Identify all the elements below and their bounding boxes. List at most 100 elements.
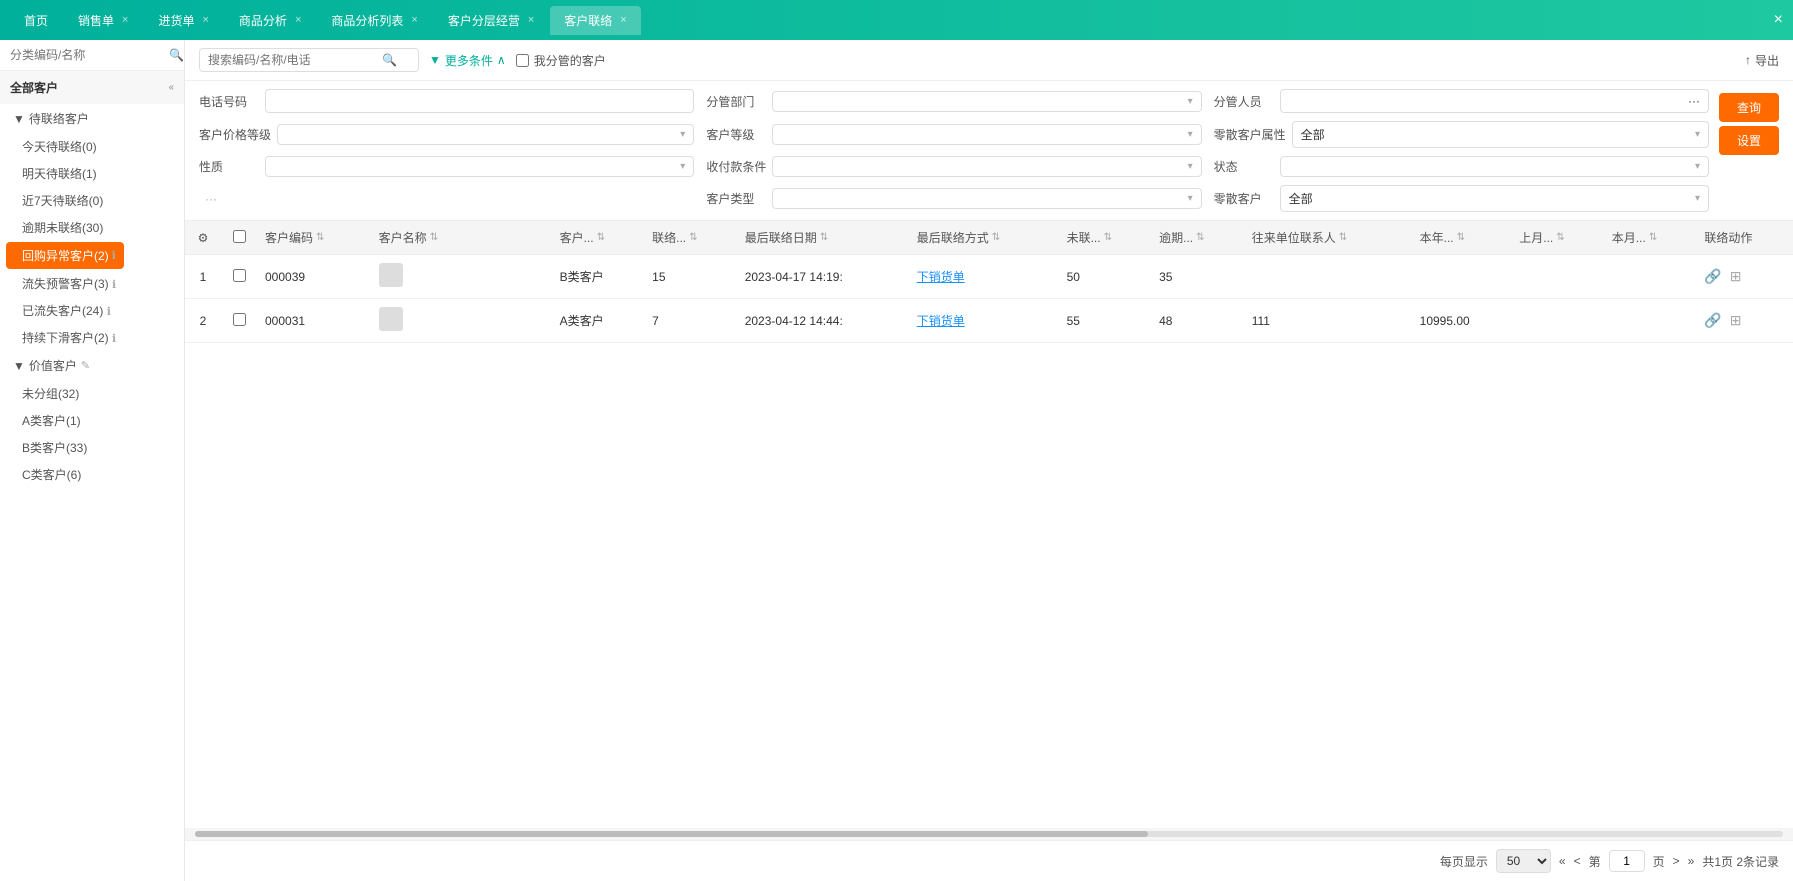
sidebar-item-churn-warning[interactable]: 流失预警客户(3) ℹ	[0, 270, 184, 297]
row1-last-method-link[interactable]: 下销货单	[917, 270, 965, 284]
sidebar-group-pending[interactable]: ▼ 待联络客户	[0, 104, 184, 133]
filter-customer-grade-select[interactable]: ▾	[772, 124, 1201, 145]
prev-page-button[interactable]: <	[1574, 854, 1581, 868]
filter-status: 状态 ▾	[1214, 156, 1709, 177]
filter-person-select[interactable]: ···	[1280, 89, 1709, 113]
row2-checkbox[interactable]	[233, 313, 246, 326]
sidebar-item-class-b[interactable]: B类客户(33)	[0, 434, 184, 461]
filter-dept: 分管部门 ▾	[706, 91, 1201, 112]
filter-scatter-attr-select[interactable]: 全部 ▾	[1292, 121, 1709, 148]
my-customers-checkbox-wrap[interactable]: 我分管的客户	[516, 52, 606, 69]
sort-icon-last-date[interactable]: ⇅	[820, 232, 828, 243]
row1-grid-icon[interactable]: ⊞	[1730, 268, 1742, 285]
sidebar-item-ungroup[interactable]: 未分组(32)	[0, 380, 184, 407]
sidebar-item-churned[interactable]: 已流失客户(24) ℹ	[0, 297, 184, 324]
more-conditions-button[interactable]: ▼ 更多条件 ∧	[429, 52, 506, 69]
filter-payment-select[interactable]: ▾	[772, 156, 1201, 177]
sidebar-item-7days[interactable]: 近7天待联络(0)	[0, 187, 184, 214]
last-page-button[interactable]: »	[1688, 854, 1695, 868]
row1-type: B类客户	[552, 255, 645, 299]
row2-link-icon[interactable]: 🔗	[1704, 312, 1721, 329]
sort-icon-overdue[interactable]: ⇅	[1196, 232, 1204, 243]
search-icon[interactable]: 🔍	[382, 53, 397, 67]
row2-name-image	[379, 307, 403, 331]
sidebar-item-repurchase-anomaly[interactable]: 回购异常客户(2) ℹ 距客户上次交易时长，超过了此客户的平均交易周期的1.5倍…	[6, 242, 124, 269]
settings-button[interactable]: 设置	[1719, 126, 1779, 155]
next-page-button[interactable]: >	[1673, 854, 1680, 868]
sidebar-search-icon[interactable]: 🔍	[169, 48, 184, 62]
row1-link-icon[interactable]: 🔗	[1704, 268, 1721, 285]
nav-tab-purchase[interactable]: 进货单 ×	[144, 6, 222, 35]
sort-icon-name[interactable]: ⇅	[430, 232, 438, 243]
col-header-last-date: 最后联络日期⇅	[737, 221, 909, 255]
row2-last-method-link[interactable]: 下销货单	[917, 314, 965, 328]
filter-status-select[interactable]: ▾	[1280, 156, 1709, 177]
sidebar-item-overdue[interactable]: 逾期未联络(30)	[0, 214, 184, 241]
sidebar-collapse-icon[interactable]: «	[168, 82, 174, 93]
row1-contact-person	[1244, 255, 1412, 299]
sidebar-item-class-a[interactable]: A类客户(1)	[0, 407, 184, 434]
window-close-button[interactable]: ×	[1774, 11, 1783, 29]
filter-more-dots[interactable]: ···	[199, 192, 223, 206]
nav-tab-product-analysis-list[interactable]: 商品分析列表 ×	[317, 6, 431, 35]
row2-last-method[interactable]: 下销货单	[909, 299, 1059, 343]
row2-check[interactable]	[221, 299, 257, 343]
col-header-no-contact: 未联...⇅	[1059, 221, 1152, 255]
col-header-settings[interactable]: ⚙	[185, 221, 221, 255]
row2-grid-icon[interactable]: ⊞	[1730, 312, 1742, 329]
close-tab-product-analysis[interactable]: ×	[295, 14, 301, 26]
horizontal-scrollbar[interactable]	[185, 828, 1793, 840]
sort-icon-last-month[interactable]: ⇅	[1556, 232, 1564, 243]
sort-icon-this-year[interactable]: ⇅	[1457, 232, 1465, 243]
sort-icon-contact-count[interactable]: ⇅	[689, 232, 697, 243]
row1-checkbox[interactable]	[233, 269, 246, 282]
close-tab-product-list[interactable]: ×	[411, 14, 417, 26]
sidebar-item-today[interactable]: 今天待联络(0)	[0, 133, 184, 160]
value-group-edit-icon[interactable]: ✎	[81, 359, 90, 372]
first-page-button[interactable]: «	[1559, 854, 1566, 868]
search-input[interactable]	[208, 53, 378, 67]
scrollbar-thumb[interactable]	[195, 831, 1148, 837]
sidebar-all-customers[interactable]: 全部客户 «	[0, 71, 184, 104]
sort-icon-this-month[interactable]: ⇅	[1649, 232, 1657, 243]
sort-icon-contact-person[interactable]: ⇅	[1339, 232, 1347, 243]
row1-last-method[interactable]: 下销货单	[909, 255, 1059, 299]
close-tab-customer-contact[interactable]: ×	[620, 14, 626, 26]
filter-dept-select[interactable]: ▾	[772, 91, 1201, 112]
nav-tab-home[interactable]: 首页	[10, 6, 62, 35]
sidebar-item-declining[interactable]: 持续下滑客户(2) ℹ	[0, 324, 184, 351]
filter-nature-select[interactable]: ▾	[265, 156, 694, 177]
col-header-check[interactable]	[221, 221, 257, 255]
sidebar-item-class-c[interactable]: C类客户(6)	[0, 461, 184, 488]
my-customers-checkbox[interactable]	[516, 54, 529, 67]
sort-icon-last-method[interactable]: ⇅	[992, 232, 1000, 243]
sort-icon-type[interactable]: ⇅	[597, 232, 605, 243]
nav-tab-customer-tier[interactable]: 客户分层经营 ×	[434, 6, 548, 35]
nav-tab-product-analysis[interactable]: 商品分析 ×	[225, 6, 315, 35]
per-page-select[interactable]: 50 100 200	[1496, 849, 1551, 873]
sort-icon-no-contact[interactable]: ⇅	[1104, 232, 1112, 243]
filter-phone: 电话号码	[199, 89, 694, 113]
current-page-input[interactable]	[1609, 850, 1645, 872]
sidebar-search-area: 🔍	[0, 40, 184, 71]
nav-tab-sales[interactable]: 销售单 ×	[64, 6, 142, 35]
sidebar-item-tomorrow[interactable]: 明天待联络(1)	[0, 160, 184, 187]
close-tab-purchase[interactable]: ×	[202, 14, 208, 26]
filter-price-grade-select[interactable]: ▾	[277, 124, 694, 145]
close-tab-customer-tier[interactable]: ×	[528, 14, 534, 26]
filter-phone-input[interactable]	[265, 89, 694, 113]
filter-scatter-customer-select[interactable]: 全部 ▾	[1280, 185, 1709, 212]
col-header-this-month: 本月...⇅	[1604, 221, 1697, 255]
sort-icon-code[interactable]: ⇅	[316, 232, 324, 243]
row1-no-contact: 50	[1059, 255, 1152, 299]
row2-last-date: 2023-04-12 14:44:	[737, 299, 909, 343]
export-button[interactable]: ↑ 导出	[1745, 52, 1779, 69]
filter-customer-type-select[interactable]: ▾	[772, 188, 1201, 209]
select-all-checkbox[interactable]	[233, 230, 246, 243]
row1-check[interactable]	[221, 255, 257, 299]
nav-tab-customer-contact[interactable]: 客户联络 ×	[550, 6, 640, 35]
sidebar-group-value[interactable]: ▼ 价值客户 ✎	[0, 351, 184, 380]
close-tab-sales[interactable]: ×	[122, 14, 128, 26]
sidebar-search-input[interactable]	[10, 48, 165, 62]
query-button[interactable]: 查询	[1719, 93, 1779, 122]
